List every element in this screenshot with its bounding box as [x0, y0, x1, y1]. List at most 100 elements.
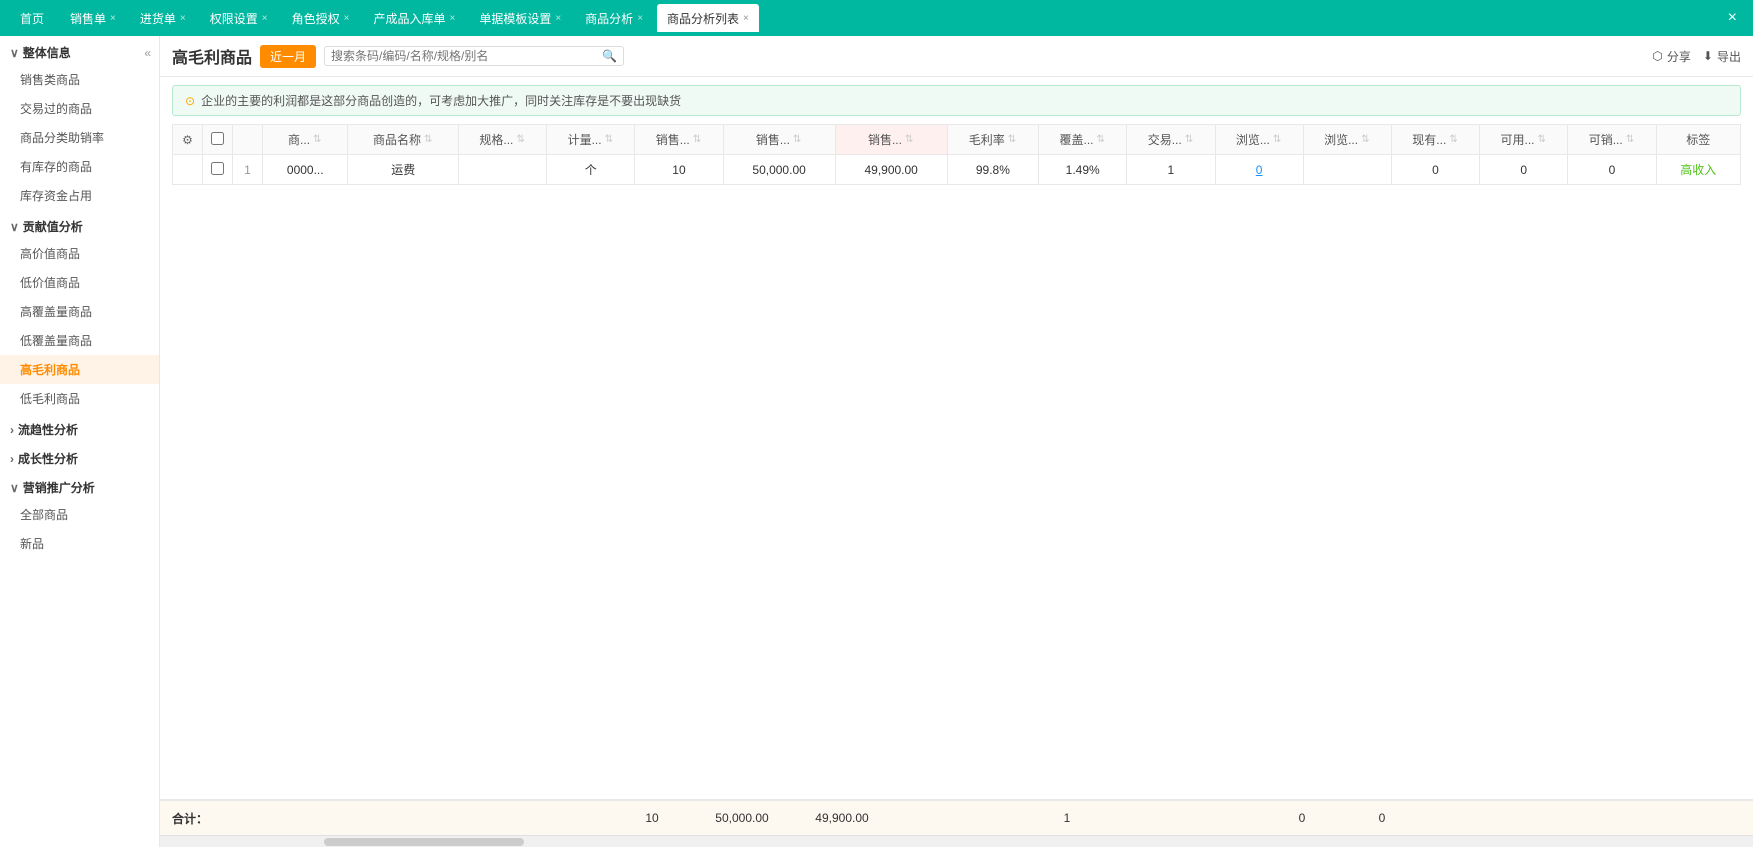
sidebar-item-in-stock[interactable]: 有库存的商品: [0, 152, 159, 181]
sidebar-item-low-coverage[interactable]: 低覆盖量商品: [0, 326, 159, 355]
col-sales-amount[interactable]: 销售... ⇅: [723, 125, 835, 155]
content-header: 高毛利商品 近一月 🔍 ⬡ 分享 ⬇ 导出: [160, 36, 1753, 77]
tab-label: 商品分析列表: [667, 10, 739, 27]
sidebar-item-traded-goods[interactable]: 交易过的商品: [0, 94, 159, 123]
close-icon[interactable]: ×: [637, 13, 643, 24]
arrow-icon: ∨: [10, 220, 19, 234]
tab-label: 进货单: [140, 10, 176, 27]
col-name[interactable]: 商品名称 ⇅: [348, 125, 458, 155]
footer-empty3: [452, 811, 532, 825]
horizontal-scrollbar[interactable]: [160, 835, 1753, 847]
share-button[interactable]: ⬡ 分享: [1652, 48, 1691, 65]
footer-available: 0: [1342, 811, 1422, 825]
row-checkbox[interactable]: [203, 155, 233, 185]
col-checkbox[interactable]: [203, 125, 233, 155]
sidebar-item-all-goods[interactable]: 全部商品: [0, 500, 159, 529]
col-sales-qty[interactable]: 销售... ⇅: [635, 125, 723, 155]
close-icon[interactable]: ×: [555, 13, 561, 24]
col-unit[interactable]: 计量... ⇅: [547, 125, 635, 155]
arrow-icon: ›: [10, 452, 14, 466]
close-icon[interactable]: ×: [344, 13, 350, 24]
tab-template-settings[interactable]: 单据模板设置 ×: [469, 4, 571, 32]
tab-goods-analysis[interactable]: 商品分析 ×: [575, 4, 653, 32]
col-stock-now[interactable]: 现有... ⇅: [1391, 125, 1479, 155]
col-coverage[interactable]: 覆盖... ⇅: [1039, 125, 1127, 155]
close-icon[interactable]: ×: [449, 13, 455, 24]
tab-label: 权限设置: [210, 10, 258, 27]
select-all-checkbox[interactable]: [211, 132, 224, 145]
page-title: 高毛利商品: [172, 44, 252, 68]
tab-goods-analysis-list[interactable]: 商品分析列表 ×: [657, 4, 759, 32]
sidebar-group-contribution[interactable]: ∨ 贡献值分析: [0, 210, 159, 239]
sidebar-item-high-value[interactable]: 高价值商品: [0, 239, 159, 268]
row-select-checkbox[interactable]: [211, 162, 224, 175]
tab-purchase-order[interactable]: 进货单 ×: [130, 4, 196, 32]
footer-empty6: [962, 811, 1032, 825]
row-num: 1: [233, 155, 263, 185]
sidebar-item-high-coverage[interactable]: 高覆盖量商品: [0, 297, 159, 326]
row-browse2: [1303, 155, 1391, 185]
sidebar-group-trend[interactable]: › 流趋性分析: [0, 413, 159, 442]
arrow-icon: ∨: [10, 481, 19, 495]
scroll-thumb[interactable]: [324, 838, 524, 846]
row-settings[interactable]: [173, 155, 203, 185]
sidebar-item-low-value[interactable]: 低价值商品: [0, 268, 159, 297]
footer-empty8: [1182, 811, 1262, 825]
tab-finished-goods[interactable]: 产成品入库单 ×: [363, 4, 465, 32]
header-actions: ⬡ 分享 ⬇ 导出: [1652, 48, 1741, 65]
close-icon[interactable]: ×: [743, 13, 749, 24]
row-sales-cost: 49,900.00: [835, 155, 947, 185]
footer-empty1: [252, 811, 372, 825]
row-spec: [458, 155, 546, 185]
close-icon[interactable]: ×: [110, 13, 116, 24]
sidebar-item-category-rate[interactable]: 商品分类助销率: [0, 123, 159, 152]
search-icon[interactable]: 🔍: [602, 49, 617, 63]
col-trade[interactable]: 交易... ⇅: [1127, 125, 1215, 155]
col-settings[interactable]: ⚙: [173, 125, 203, 155]
filter-month-button[interactable]: 近一月: [260, 45, 316, 68]
col-gross-rate[interactable]: 毛利率 ⇅: [947, 125, 1038, 155]
tab-sales-order[interactable]: 销售单 ×: [60, 4, 126, 32]
sidebar-collapse-button[interactable]: «: [144, 44, 151, 60]
col-spec[interactable]: 规格... ⇅: [458, 125, 546, 155]
col-sales-cost[interactable]: 销售... ⇅: [835, 125, 947, 155]
footer-sales-cost: 49,900.00: [792, 811, 892, 825]
table-container[interactable]: ⚙ 商... ⇅: [160, 124, 1753, 799]
tab-home[interactable]: 首页: [8, 4, 56, 32]
info-icon: ⊙: [185, 94, 195, 108]
sidebar-item-low-margin[interactable]: 低毛利商品: [0, 384, 159, 413]
footer-empty9: [1422, 811, 1502, 825]
content-area: 高毛利商品 近一月 🔍 ⬡ 分享 ⬇ 导出 ⊙ 企业的主要的利润都是这部分商品创…: [160, 36, 1753, 847]
footer-cells: 10 50,000.00 49,900.00 1 0 0: [252, 811, 1741, 825]
sidebar-item-new-goods[interactable]: 新品: [0, 529, 159, 558]
info-banner: ⊙ 企业的主要的利润都是这部分商品创造的，可考虑加大推广，同时关注库存是不要出现…: [172, 85, 1741, 116]
sidebar-item-sales-goods[interactable]: 销售类商品: [0, 65, 159, 94]
data-table: ⚙ 商... ⇅: [172, 124, 1741, 185]
col-browse2[interactable]: 浏览... ⇅: [1303, 125, 1391, 155]
info-text: 企业的主要的利润都是这部分商品创造的，可考虑加大推广，同时关注库存是不要出现缺货: [201, 92, 681, 109]
close-all-button[interactable]: ×: [1720, 9, 1745, 27]
col-browse1[interactable]: 浏览... ⇅: [1215, 125, 1303, 155]
tab-permission-settings[interactable]: 权限设置 ×: [200, 4, 278, 32]
col-saleable[interactable]: 可销... ⇅: [1568, 125, 1656, 155]
tab-label: 角色授权: [292, 10, 340, 27]
footer-empty4: [532, 811, 612, 825]
close-icon[interactable]: ×: [262, 13, 268, 24]
sidebar-group-overall[interactable]: ∨ 整体信息: [0, 36, 159, 65]
search-input[interactable]: [331, 49, 602, 63]
row-stock-now: 0: [1391, 155, 1479, 185]
sidebar-group-growth[interactable]: › 成长性分析: [0, 442, 159, 471]
close-icon[interactable]: ×: [180, 13, 186, 24]
sidebar-item-stock-capital[interactable]: 库存资金占用: [0, 181, 159, 210]
tab-role-auth[interactable]: 角色授权 ×: [282, 4, 360, 32]
row-saleable: 0: [1568, 155, 1656, 185]
row-browse1[interactable]: 0: [1215, 155, 1303, 185]
row-name: 运费: [348, 155, 458, 185]
col-code[interactable]: 商... ⇅: [263, 125, 348, 155]
export-button[interactable]: ⬇ 导出: [1703, 48, 1741, 65]
tab-label: 商品分析: [585, 10, 633, 27]
col-available[interactable]: 可用... ⇅: [1480, 125, 1568, 155]
sidebar-item-high-margin[interactable]: 高毛利商品: [0, 355, 159, 384]
row-unit: 个: [547, 155, 635, 185]
sidebar-group-marketing[interactable]: ∨ 营销推广分析: [0, 471, 159, 500]
